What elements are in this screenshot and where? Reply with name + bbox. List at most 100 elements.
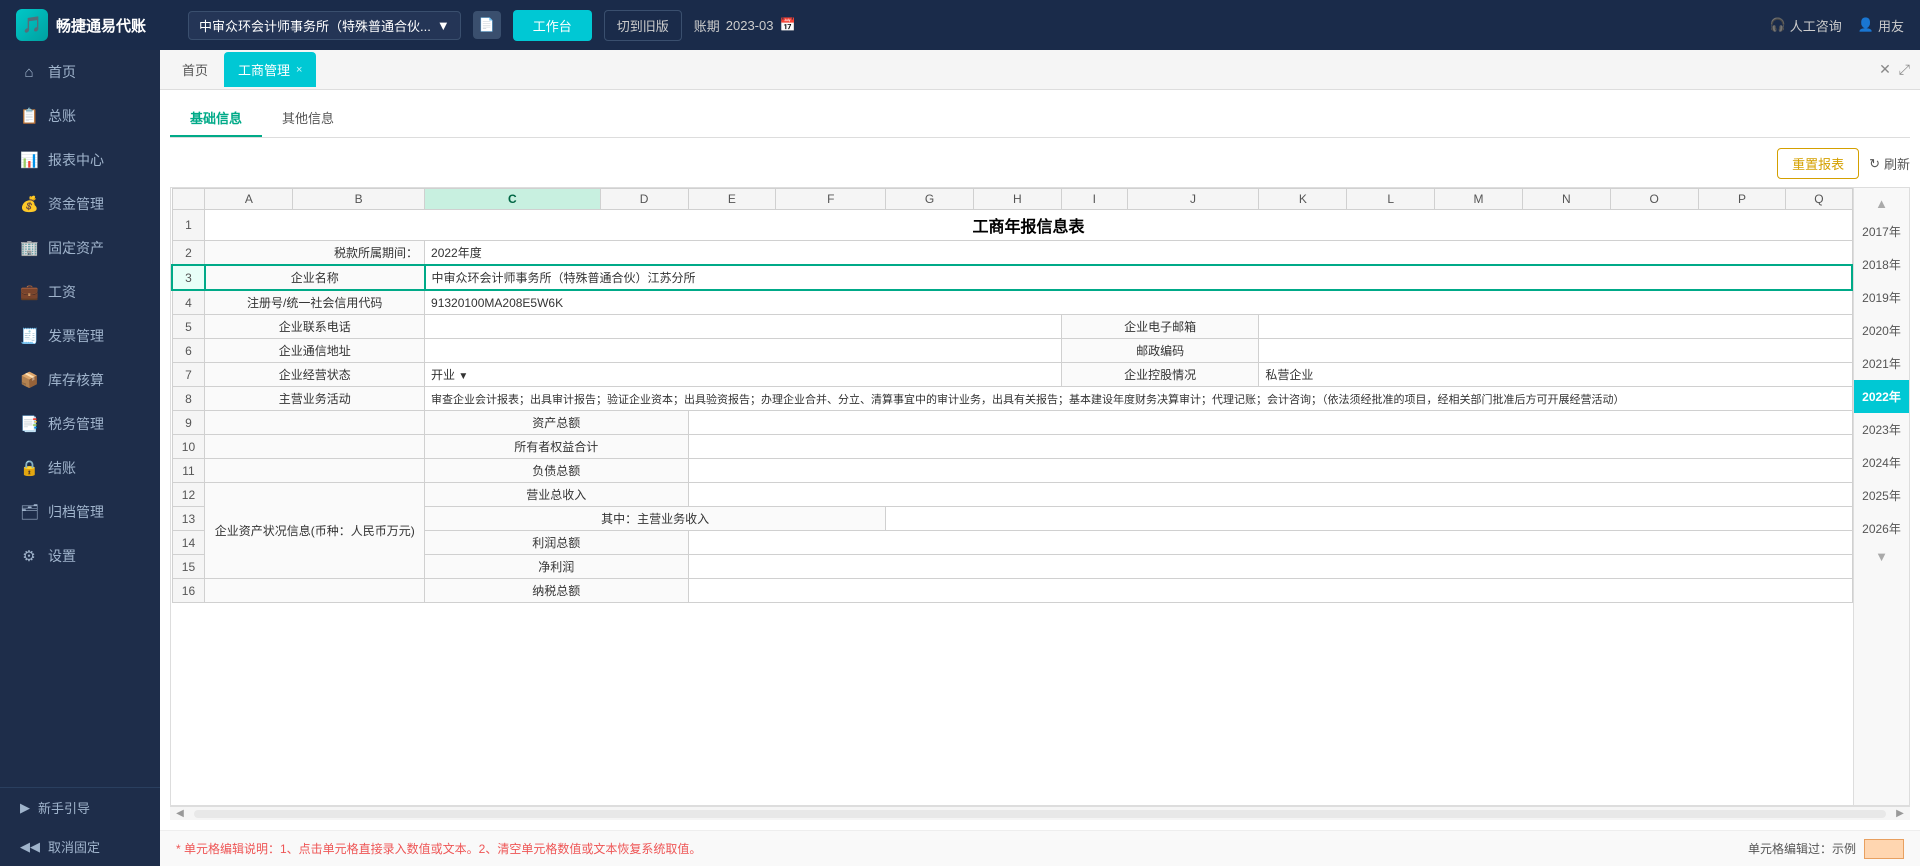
total-tax-value[interactable] — [688, 579, 1852, 603]
year-item-2022[interactable]: 2022年 — [1854, 380, 1909, 413]
sidebar-item-archive[interactable]: 🗂 归档管理 — [0, 490, 160, 534]
profit-value[interactable] — [688, 531, 1852, 555]
sidebar-item-closing[interactable]: 🔒 结账 — [0, 446, 160, 490]
holding-value[interactable]: 私营企业 — [1259, 363, 1852, 387]
sidebar-item-home[interactable]: ⌂ 首页 — [0, 50, 160, 94]
old-version-button[interactable]: 切到旧版 — [604, 10, 682, 41]
address-value[interactable] — [425, 339, 1062, 363]
col-header-d[interactable]: D — [600, 189, 688, 210]
period-value: 2023-03 — [726, 18, 774, 33]
year-item-2025[interactable]: 2025年 — [1854, 479, 1909, 512]
biz-status-value[interactable]: 开业 ▼ — [425, 363, 1062, 387]
sub-tab-basic[interactable]: 基础信息 — [170, 100, 262, 137]
table-row: 5 企业联系电话 企业电子邮箱 — [172, 315, 1852, 339]
year-item-2020[interactable]: 2020年 — [1854, 314, 1909, 347]
period-label: 账期 — [694, 16, 720, 35]
sidebar-item-inventory[interactable]: 📦 库存核算 — [0, 358, 160, 402]
col-header-f[interactable]: F — [776, 189, 886, 210]
tab-close-button[interactable]: × — [296, 64, 302, 76]
status-example-box — [1864, 839, 1904, 859]
inner-content: 基础信息 其他信息 重置报表 ↻ 刷新 — [160, 90, 1920, 830]
tab-active-commerce[interactable]: 工商管理 × — [224, 52, 316, 87]
revenue-value[interactable] — [688, 483, 1852, 507]
assets-value[interactable] — [688, 411, 1852, 435]
reset-report-button[interactable]: 重置报表 — [1777, 148, 1859, 179]
row-num-9: 9 — [172, 411, 205, 435]
close-window-button[interactable]: ✕ — [1879, 61, 1891, 78]
sidebar-item-invoice[interactable]: 🧾 发票管理 — [0, 314, 160, 358]
col-header-p[interactable]: P — [1698, 189, 1786, 210]
doc-icon-button[interactable]: 📄 — [473, 11, 501, 39]
phone-value[interactable] — [425, 315, 1062, 339]
col-header-o[interactable]: O — [1610, 189, 1698, 210]
row-num-14: 14 — [172, 531, 205, 555]
sidebar-item-newbie[interactable]: ▶ 新手引导 — [0, 788, 160, 827]
col-header-i[interactable]: I — [1061, 189, 1127, 210]
year-item-2018[interactable]: 2018年 — [1854, 248, 1909, 281]
sidebar-item-fund[interactable]: 💰 资金管理 — [0, 182, 160, 226]
col-header-g[interactable]: G — [886, 189, 974, 210]
h-scroll-right-button[interactable]: ▶ — [1890, 808, 1910, 819]
asset-info-group-label: 企业资产状况信息(币种：人民币万元) — [205, 483, 425, 579]
period-value-cell[interactable]: 2022年度 — [425, 241, 1852, 266]
col-header-l[interactable]: L — [1347, 189, 1435, 210]
col-header-k[interactable]: K — [1259, 189, 1347, 210]
company-selector[interactable]: 中审众环会计师事务所（特殊普通合伙... ▼ — [188, 11, 461, 40]
sidebar-item-settings[interactable]: ⚙ 设置 — [0, 534, 160, 578]
col-header-m[interactable]: M — [1435, 189, 1523, 210]
refresh-button[interactable]: ↻ 刷新 — [1869, 154, 1910, 173]
year-item-2023[interactable]: 2023年 — [1854, 413, 1909, 446]
sidebar-item-ledger[interactable]: 📋 总账 — [0, 94, 160, 138]
support-icon: 🎧 — [1770, 17, 1786, 33]
user-item[interactable]: 👤 用友 — [1858, 16, 1904, 35]
net-profit-value[interactable] — [688, 555, 1852, 579]
archive-icon: 🗂 — [20, 503, 38, 521]
col-header-b[interactable]: B — [293, 189, 425, 210]
company-name-value[interactable]: 中审众环会计师事务所（特殊普通合伙）江苏分所 — [425, 265, 1852, 290]
sidebar-item-tax[interactable]: 📑 税务管理 — [0, 402, 160, 446]
expand-window-button[interactable]: ⤢ — [1899, 61, 1910, 78]
col-header-e[interactable]: E — [688, 189, 776, 210]
year-panel-up-arrow[interactable]: ▲ — [1854, 192, 1909, 215]
spreadsheet-main[interactable]: A B C D E F G H I J K L — [171, 188, 1853, 805]
row-num-2: 2 — [172, 241, 205, 266]
support-item[interactable]: 🎧 人工咨询 — [1770, 16, 1842, 35]
col-header-h[interactable]: H — [973, 189, 1061, 210]
main-biz-value[interactable]: 审查企业会计报表；出具审计报告；验证企业资本；出具验资报告；办理企业合并、分立、… — [425, 387, 1852, 411]
postal-value[interactable] — [1259, 339, 1852, 363]
sidebar-item-label: 工资 — [48, 282, 76, 302]
year-item-2019[interactable]: 2019年 — [1854, 281, 1909, 314]
year-item-2017[interactable]: 2017年 — [1854, 215, 1909, 248]
equity-value[interactable] — [688, 435, 1852, 459]
year-item-2026[interactable]: 2026年 — [1854, 512, 1909, 545]
sidebar-item-asset[interactable]: 🏢 固定资产 — [0, 226, 160, 270]
workspace-button[interactable]: 工作台 — [513, 10, 592, 41]
sidebar-item-unpin[interactable]: ◀◀ 取消固定 — [0, 827, 160, 866]
year-item-2021[interactable]: 2021年 — [1854, 347, 1909, 380]
h-scroll-track[interactable] — [194, 810, 1886, 818]
equity-label — [205, 435, 425, 459]
sidebar: ⌂ 首页 📋 总账 📊 报表中心 💰 资金管理 🏢 固定资产 💼 工资 🧾 发票… — [0, 50, 160, 866]
year-item-2024[interactable]: 2024年 — [1854, 446, 1909, 479]
period-display: 账期 2023-03 📅 — [694, 16, 796, 35]
year-panel-down-arrow[interactable]: ▼ — [1854, 545, 1909, 568]
tab-home[interactable]: 首页 — [170, 52, 220, 87]
col-header-j[interactable]: J — [1127, 189, 1259, 210]
liab-value[interactable] — [688, 459, 1852, 483]
col-header-c[interactable]: C — [425, 189, 601, 210]
sidebar-item-wage[interactable]: 💼 工资 — [0, 270, 160, 314]
sub-tab-other[interactable]: 其他信息 — [262, 100, 354, 137]
email-value[interactable] — [1259, 315, 1852, 339]
col-header-q[interactable]: Q — [1786, 189, 1852, 210]
window-controls: ✕ ⤢ — [1879, 61, 1910, 78]
sidebar-item-report[interactable]: 📊 报表中心 — [0, 138, 160, 182]
h-scroll-left-button[interactable]: ◀ — [170, 808, 190, 819]
main-revenue-value[interactable] — [886, 507, 1852, 531]
col-header-n[interactable]: N — [1522, 189, 1610, 210]
sidebar-item-label: 归档管理 — [48, 502, 104, 522]
col-header-a[interactable]: A — [205, 189, 293, 210]
tab-active-label: 工商管理 — [238, 60, 290, 79]
status-dropdown-icon[interactable]: ▼ — [458, 371, 468, 382]
reg-value[interactable]: 91320100MA208E5W6K — [425, 290, 1852, 315]
calendar-icon[interactable]: 📅 — [779, 17, 795, 33]
